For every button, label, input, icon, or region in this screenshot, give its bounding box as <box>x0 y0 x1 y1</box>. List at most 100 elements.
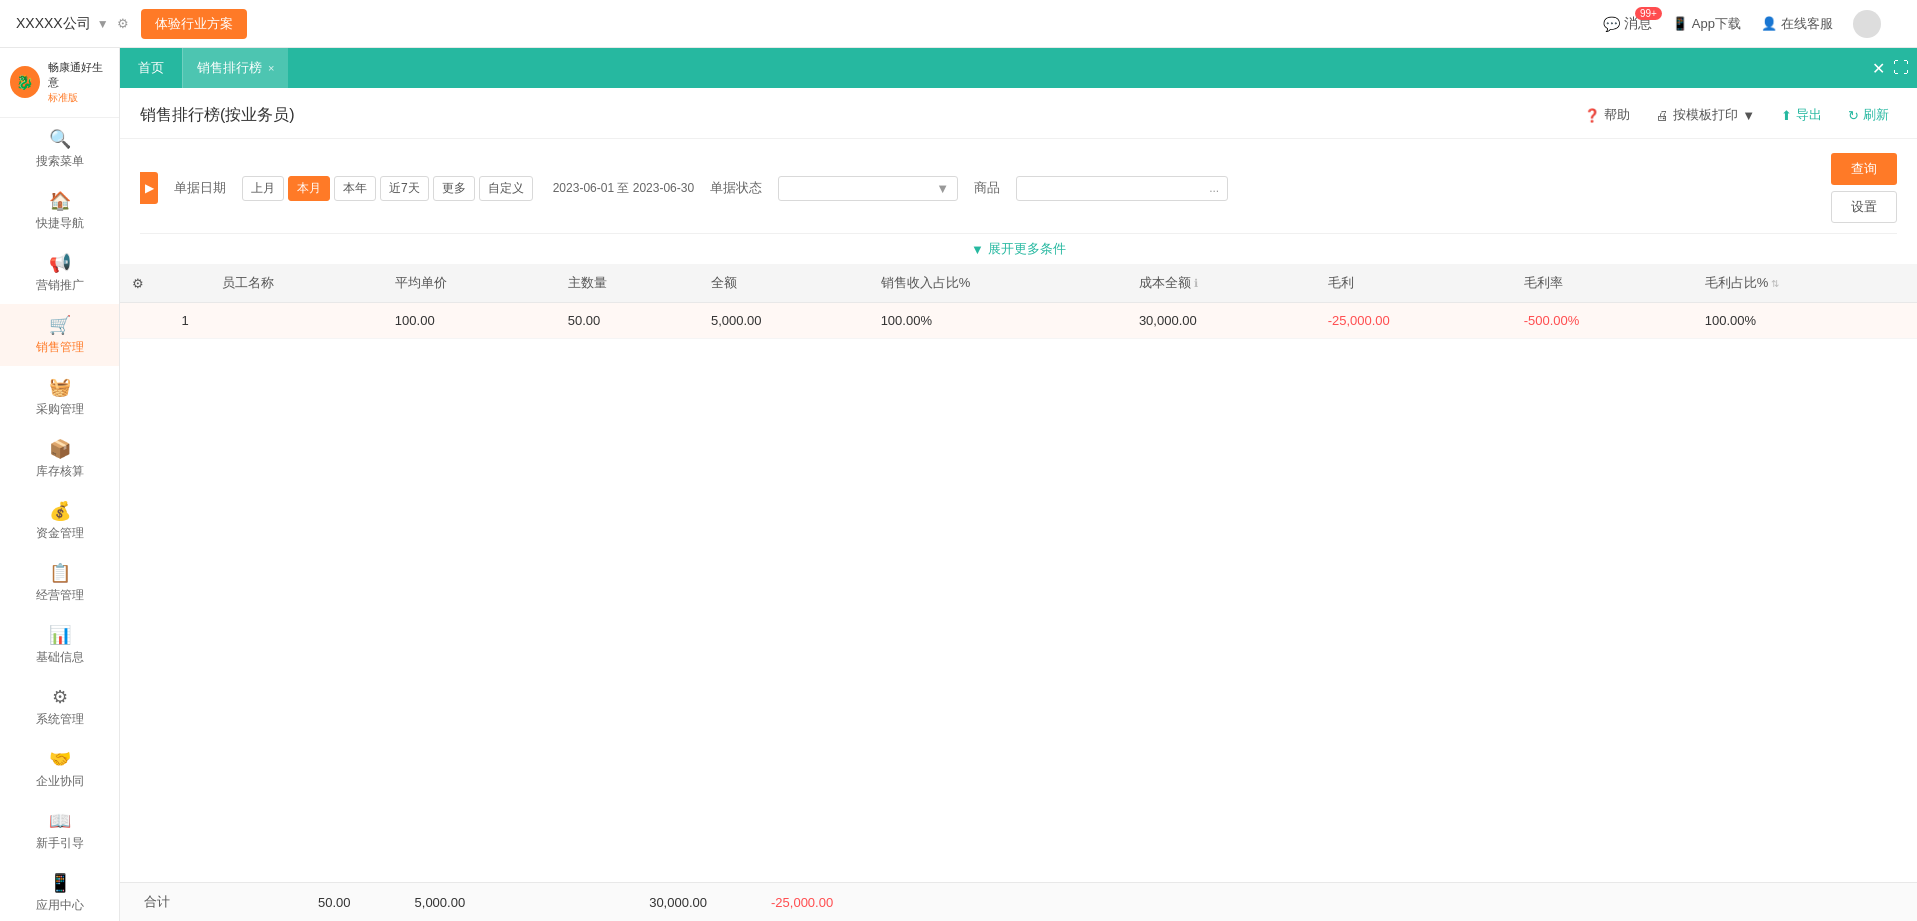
sidebar-item-inventory[interactable]: 📦 库存核算 <box>0 428 119 490</box>
cell-name <box>210 303 383 339</box>
sidebar-label-operations: 经营管理 <box>36 587 84 604</box>
refresh-button[interactable]: ↻ 刷新 <box>1840 102 1897 128</box>
table-footer: 合计 50.00 5,000.00 30,000.00 -25,000.00 <box>120 882 1917 921</box>
message-button[interactable]: 💬 消息 99+ <box>1603 15 1652 33</box>
th-sales-pct: 销售收入占比% <box>869 264 1127 303</box>
table-row: 1 100.00 50.00 5,000.00 100.00% 30,000.0… <box>120 303 1917 339</box>
online-service-button[interactable]: 👤 在线客服 <box>1761 15 1833 33</box>
sidebar-item-guide[interactable]: 📖 新手引导 <box>0 800 119 862</box>
sidebar-item-sales[interactable]: 🛒 销售管理 <box>0 304 119 366</box>
goods-input[interactable] <box>1017 177 1201 200</box>
footer-quantity: 50.00 <box>306 895 363 910</box>
date-group: 上月 本月 本年 近7天 更多 自定义 <box>242 176 533 201</box>
filter-collapse-button[interactable]: ▶ <box>140 172 158 204</box>
goods-label: 商品 <box>974 179 1000 197</box>
print-template-button[interactable]: 🖨 按模板打印 ▼ <box>1648 102 1763 128</box>
tab-sales-ranking[interactable]: 销售排行榜 × <box>182 48 288 88</box>
sidebar-logo: 🐉 畅康通好生意 标准版 <box>0 48 119 118</box>
sidebar-item-finance[interactable]: 💰 资金管理 <box>0 490 119 552</box>
tab-expand-icon[interactable]: ⛶ <box>1893 59 1909 77</box>
page-actions: ❓ 帮助 🖨 按模板打印 ▼ ⬆ 导出 ↻ 刷新 <box>1576 102 1897 128</box>
sidebar-label-basicinfo: 基础信息 <box>36 649 84 666</box>
expand-more-button[interactable]: ▼ 展开更多条件 <box>140 233 1897 264</box>
cell-quantity: 50.00 <box>556 303 699 339</box>
trial-button[interactable]: 体验行业方案 <box>141 9 247 39</box>
sidebar-item-collab[interactable]: 🤝 企业协同 <box>0 738 119 800</box>
sidebar-item-quick-nav[interactable]: 🏠 快捷导航 <box>0 180 119 242</box>
sidebar-label-appcenter: 应用中心 <box>36 897 84 914</box>
th-employee-name: 员工名称 <box>210 264 383 303</box>
gross-pct-sort-icon[interactable]: ⇅ <box>1771 278 1779 289</box>
tab-close-icon[interactable]: × <box>268 62 274 74</box>
settings-button[interactable]: 设置 <box>1831 191 1897 223</box>
tab-label: 销售排行榜 <box>197 59 262 77</box>
app-download-label: App下载 <box>1692 15 1741 33</box>
th-cost: 成本全额 ℹ <box>1127 264 1316 303</box>
date-btn-more[interactable]: 更多 <box>433 176 475 201</box>
date-btn-7days[interactable]: 近7天 <box>380 176 429 201</box>
sidebar-item-purchase[interactable]: 🧺 采购管理 <box>0 366 119 428</box>
status-label: 单据状态 <box>710 179 762 197</box>
tab-bar-right: ✕ ⛶ <box>1872 48 1917 88</box>
export-label: 导出 <box>1796 106 1822 124</box>
finance-icon: 💰 <box>49 500 71 522</box>
th-settings[interactable]: ⚙ <box>120 264 160 303</box>
cell-gross-rate: -500.00% <box>1512 303 1693 339</box>
tab-home[interactable]: 首页 <box>120 48 182 88</box>
cell-gross: -25,000.00 <box>1316 303 1512 339</box>
date-btn-custom[interactable]: 自定义 <box>479 176 533 201</box>
settings-icon[interactable]: ⚙ <box>117 16 129 31</box>
date-btn-this-month[interactable]: 本月 <box>288 176 330 201</box>
sidebar-label-guide: 新手引导 <box>36 835 84 852</box>
th-avg-price: 平均单价 <box>383 264 556 303</box>
home-icon: 🏠 <box>49 190 71 212</box>
refresh-label: 刷新 <box>1863 106 1889 124</box>
search-icon: 🔍 <box>49 128 71 150</box>
th-gross-pct-info: 毛利占比% ⇅ <box>1705 274 1780 292</box>
cell-settings <box>120 303 160 339</box>
cell-gross-pct: 100.00% <box>1693 303 1917 339</box>
query-button[interactable]: 查询 <box>1831 153 1897 185</box>
logo-tag: 标准版 <box>48 91 109 105</box>
service-label: 在线客服 <box>1781 15 1833 33</box>
message-badge: 99+ <box>1635 7 1662 20</box>
sidebar-item-app-center[interactable]: 📱 应用中心 <box>0 862 119 921</box>
data-table: ⚙ 员工名称 平均单价 主数量 全额 销售收入占比% 成本全额 ℹ <box>120 264 1917 339</box>
sidebar-item-search[interactable]: 🔍 搜索菜单 <box>0 118 119 180</box>
tab-bar: 首页 销售排行榜 × ✕ ⛶ <box>120 48 1917 88</box>
cost-info-icon[interactable]: ℹ <box>1194 277 1198 290</box>
date-btn-this-year[interactable]: 本年 <box>334 176 376 201</box>
date-btn-last-month[interactable]: 上月 <box>242 176 284 201</box>
sidebar-label-sales: 销售管理 <box>36 339 84 356</box>
help-button[interactable]: ❓ 帮助 <box>1576 102 1638 128</box>
table-body: 1 100.00 50.00 5,000.00 100.00% 30,000.0… <box>120 303 1917 339</box>
purchase-icon: 🧺 <box>49 376 71 398</box>
cell-avg-price: 100.00 <box>383 303 556 339</box>
sidebar-item-basic-info[interactable]: 📊 基础信息 <box>0 614 119 676</box>
date-label: 单据日期 <box>174 179 226 197</box>
sidebar-item-operations[interactable]: 📋 经营管理 <box>0 552 119 614</box>
th-gross-rate: 毛利率 <box>1512 264 1693 303</box>
sidebar-item-system[interactable]: ⚙ 系统管理 <box>0 676 119 738</box>
inventory-icon: 📦 <box>49 438 71 460</box>
avatar[interactable] <box>1853 10 1881 38</box>
logo-text: 畅康通好生意 <box>48 60 109 91</box>
goods-more-icon[interactable]: ... <box>1201 177 1227 199</box>
cell-sales-pct: 100.00% <box>869 303 1127 339</box>
footer-amount: 5,000.00 <box>403 895 478 910</box>
guide-icon: 📖 <box>49 810 71 832</box>
footer-label: 合计 <box>132 893 186 911</box>
expand-more-label: 展开更多条件 <box>988 240 1066 258</box>
operations-icon: 📋 <box>49 562 71 584</box>
status-select[interactable]: ▼ <box>778 176 958 201</box>
main-area: 首页 销售排行榜 × ✕ ⛶ 销售排行榜(按业务员) ❓ 帮助 🖨 <box>120 48 1917 921</box>
company-selector[interactable]: XXXXX公司 ▼ <box>16 15 109 33</box>
sidebar-item-marketing[interactable]: 📢 营销推广 <box>0 242 119 304</box>
date-range: 2023-06-01 至 2023-06-30 <box>553 180 694 197</box>
company-name: XXXXX公司 <box>16 15 91 33</box>
app-center-icon: 📱 <box>49 872 71 894</box>
app-download-button[interactable]: 📱 App下载 <box>1672 15 1741 33</box>
export-button[interactable]: ⬆ 导出 <box>1773 102 1830 128</box>
tab-close-window-icon[interactable]: ✕ <box>1872 59 1885 78</box>
th-rank <box>160 264 210 303</box>
